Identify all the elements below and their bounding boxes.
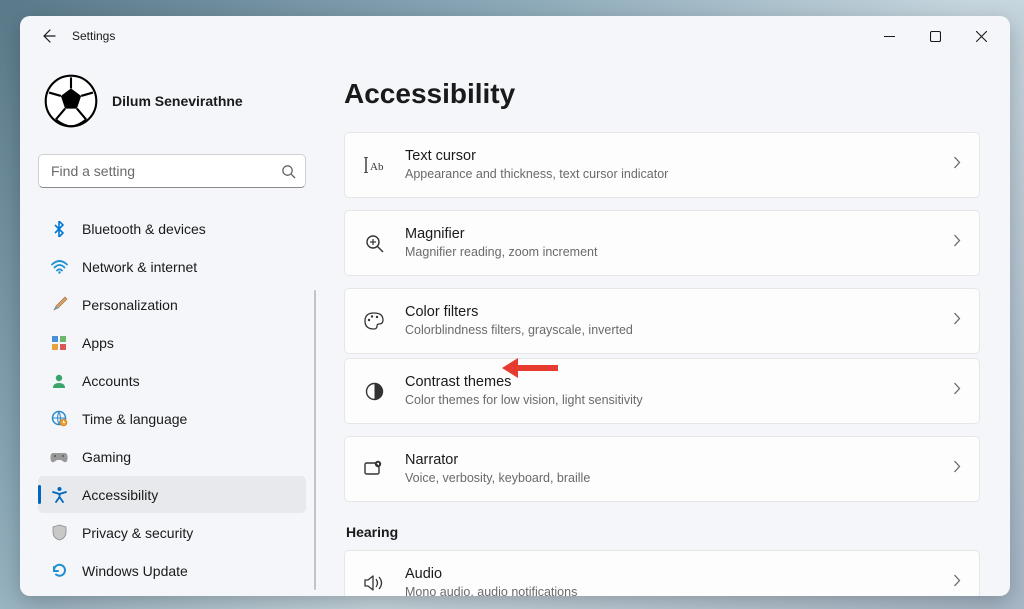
sidebar-scrollbar[interactable] bbox=[314, 290, 316, 590]
card-title: Audio bbox=[405, 565, 953, 585]
search-box bbox=[38, 154, 306, 188]
sidebar-item-gaming[interactable]: Gaming bbox=[38, 438, 306, 475]
card-audio[interactable]: Audio Mono audio, audio notifications bbox=[344, 550, 980, 596]
card-subtitle: Magnifier reading, zoom increment bbox=[405, 244, 953, 261]
sidebar-item-network[interactable]: Network & internet bbox=[38, 248, 306, 285]
section-hearing: Hearing bbox=[346, 524, 980, 540]
magnifier-icon bbox=[363, 232, 385, 254]
card-narrator[interactable]: Narrator Voice, verbosity, keyboard, bra… bbox=[344, 436, 980, 502]
sidebar-item-time-language[interactable]: Time & language bbox=[38, 400, 306, 437]
profile[interactable]: Dilum Senevirathne bbox=[38, 74, 306, 128]
search-icon bbox=[281, 164, 296, 179]
contrast-icon bbox=[363, 380, 385, 402]
card-title: Narrator bbox=[405, 451, 953, 471]
sidebar-item-bluetooth-devices[interactable]: Bluetooth & devices bbox=[38, 210, 306, 247]
card-subtitle: Mono audio, audio notifications bbox=[405, 584, 953, 596]
gamepad-icon bbox=[50, 448, 68, 466]
minimize-icon bbox=[884, 31, 895, 42]
chevron-right-icon bbox=[953, 312, 961, 330]
sidebar-item-apps[interactable]: Apps bbox=[38, 324, 306, 361]
card-title: Color filters bbox=[405, 303, 953, 323]
card-title: Text cursor bbox=[405, 147, 953, 167]
chevron-right-icon bbox=[953, 574, 961, 592]
sidebar-item-label: Time & language bbox=[82, 411, 187, 427]
sidebar-item-label: Accounts bbox=[82, 373, 140, 389]
chevron-right-icon bbox=[953, 156, 961, 174]
palette-icon bbox=[363, 310, 385, 332]
accessibility-icon bbox=[50, 486, 68, 504]
chevron-right-icon bbox=[953, 382, 961, 400]
update-icon bbox=[50, 562, 68, 580]
apps-icon bbox=[50, 334, 68, 352]
shield-icon bbox=[50, 524, 68, 542]
card-subtitle: Voice, verbosity, keyboard, braille bbox=[405, 470, 953, 487]
bluetooth-icon bbox=[50, 220, 68, 238]
back-button[interactable] bbox=[30, 18, 66, 54]
sidebar-item-privacy-security[interactable]: Privacy & security bbox=[38, 514, 306, 551]
sidebar-item-label: Accessibility bbox=[82, 487, 158, 503]
card-magnifier[interactable]: Magnifier Magnifier reading, zoom increm… bbox=[344, 210, 980, 276]
sidebar-item-label: Privacy & security bbox=[82, 525, 193, 541]
chevron-right-icon bbox=[953, 234, 961, 252]
sidebar-item-label: Bluetooth & devices bbox=[82, 221, 206, 237]
audio-icon bbox=[363, 572, 385, 594]
sidebar-item-label: Gaming bbox=[82, 449, 131, 465]
maximize-button[interactable] bbox=[912, 21, 958, 51]
window-controls bbox=[866, 21, 1004, 51]
soccer-ball-icon bbox=[44, 74, 98, 128]
minimize-button[interactable] bbox=[866, 21, 912, 51]
person-icon bbox=[50, 372, 68, 390]
window-title: Settings bbox=[72, 29, 115, 43]
card-subtitle: Appearance and thickness, text cursor in… bbox=[405, 166, 953, 183]
sidebar-item-accounts[interactable]: Accounts bbox=[38, 362, 306, 399]
card-title: Magnifier bbox=[405, 225, 953, 245]
search-button[interactable] bbox=[278, 161, 298, 181]
sidebar-item-windows-update[interactable]: Windows Update bbox=[38, 552, 306, 589]
sidebar-item-personalization[interactable]: Personalization bbox=[38, 286, 306, 323]
sidebar-item-label: Personalization bbox=[82, 297, 178, 313]
card-subtitle: Color themes for low vision, light sensi… bbox=[405, 392, 953, 409]
sidebar-item-label: Windows Update bbox=[82, 563, 188, 579]
close-button[interactable] bbox=[958, 21, 1004, 51]
page-title: Accessibility bbox=[344, 78, 980, 110]
sidebar: Dilum Senevirathne Bluetooth & devices N… bbox=[20, 56, 320, 596]
sidebar-item-label: Apps bbox=[82, 335, 114, 351]
sidebar-item-accessibility[interactable]: Accessibility bbox=[38, 476, 306, 513]
svg-text:Ab: Ab bbox=[370, 161, 384, 173]
wifi-icon bbox=[50, 258, 68, 276]
narrator-icon bbox=[363, 458, 385, 480]
profile-name: Dilum Senevirathne bbox=[112, 93, 243, 109]
title-bar: Settings bbox=[20, 16, 1010, 56]
back-arrow-icon bbox=[40, 28, 56, 44]
settings-window: Settings bbox=[20, 16, 1010, 596]
main-content: Accessibility Ab Text cursor Appearance … bbox=[320, 56, 1010, 596]
globe-clock-icon bbox=[50, 410, 68, 428]
avatar bbox=[44, 74, 98, 128]
close-icon bbox=[976, 31, 987, 42]
card-subtitle: Colorblindness filters, grayscale, inver… bbox=[405, 322, 953, 339]
text-cursor-icon: Ab bbox=[363, 154, 385, 176]
sidebar-item-label: Network & internet bbox=[82, 259, 197, 275]
card-contrast-themes[interactable]: Contrast themes Color themes for low vis… bbox=[344, 358, 980, 424]
nav: Bluetooth & devices Network & internet P… bbox=[38, 210, 306, 589]
paintbrush-icon bbox=[50, 296, 68, 314]
card-color-filters[interactable]: Color filters Colorblindness filters, gr… bbox=[344, 288, 980, 354]
maximize-icon bbox=[930, 31, 941, 42]
chevron-right-icon bbox=[953, 460, 961, 478]
card-text-cursor[interactable]: Ab Text cursor Appearance and thickness,… bbox=[344, 132, 980, 198]
search-input[interactable] bbox=[38, 154, 306, 188]
card-title: Contrast themes bbox=[405, 373, 953, 393]
